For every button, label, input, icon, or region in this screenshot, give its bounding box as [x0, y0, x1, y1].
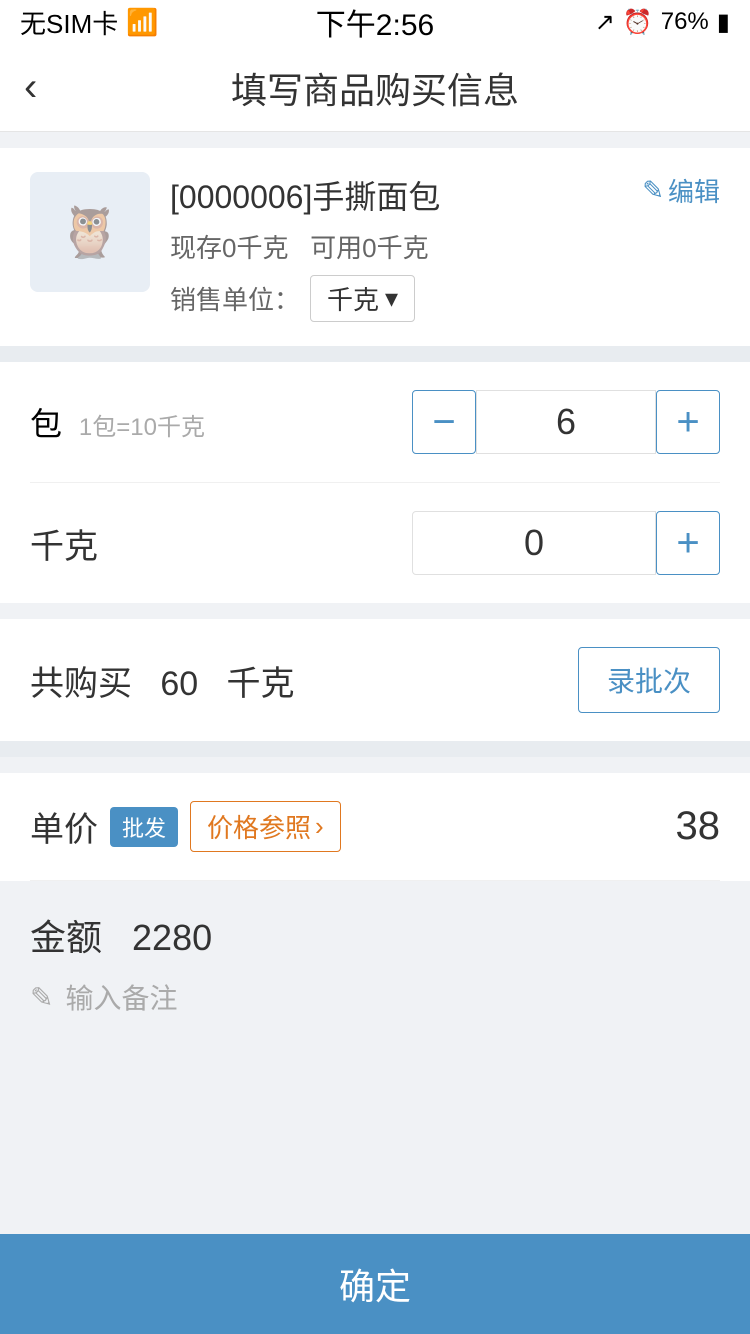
unit-select[interactable]: 千克 ▾: [310, 275, 415, 322]
status-left: 无SIM卡 📶: [20, 4, 159, 41]
edit-label: 编辑: [668, 172, 720, 209]
input-section: 包 1包=10千克 − + 千克 +: [0, 362, 750, 603]
kg-plus-button[interactable]: +: [656, 511, 720, 575]
available-text: 可用0千克: [310, 233, 428, 263]
unit-value: 千克: [327, 280, 379, 317]
battery-text: 76%: [661, 8, 709, 36]
separator-1: [0, 346, 750, 362]
back-button[interactable]: ‹: [24, 65, 37, 110]
price-ref-label: 价格参照: [207, 808, 311, 845]
stock-text: 现存0千克: [170, 233, 288, 263]
package-minus-button[interactable]: −: [412, 390, 476, 454]
status-bar: 无SIM卡 📶 下午2:56 ↗ ⏰ 76% ▮: [0, 0, 750, 44]
remark-placeholder: 输入备注: [65, 977, 177, 1017]
kg-quantity-control: +: [412, 511, 720, 575]
package-label: 包 1包=10千克: [30, 399, 205, 445]
product-image: 🦉: [30, 172, 150, 292]
amount-section: 金额 2280 ✎ 输入备注: [0, 881, 750, 1033]
product-card: 🦉 [0000006]手撕面包 现存0千克 可用0千克 销售单位： 千克 ▾ ✎…: [0, 148, 750, 346]
total-unit: 千克: [227, 665, 295, 703]
total-label-text: 共购买: [30, 665, 132, 703]
package-row: 包 1包=10千克 − +: [30, 362, 720, 483]
status-right: ↗ ⏰ 76% ▮: [595, 8, 730, 37]
package-label-text: 包: [30, 406, 62, 442]
package-sublabel: 1包=10千克: [79, 414, 205, 441]
price-ref-arrow: ›: [315, 811, 324, 842]
unit-dropdown-icon: ▾: [385, 283, 398, 314]
amount-value: 2280: [132, 917, 212, 958]
product-unit-row: 销售单位： 千克 ▾: [170, 275, 720, 322]
price-section: 单价 批发 价格参照 › 38: [0, 773, 750, 881]
location-icon: ↗: [595, 8, 615, 37]
total-row: 共购买 60 千克 录批次: [30, 619, 720, 741]
total-amount: 60: [160, 665, 198, 703]
edit-icon: ✎: [642, 175, 664, 206]
package-plus-button[interactable]: +: [656, 390, 720, 454]
product-stock: 现存0千克 可用0千克: [170, 228, 720, 265]
price-ref-button[interactable]: 价格参照 ›: [190, 801, 341, 852]
kg-input[interactable]: [412, 511, 656, 575]
total-label: 共购买 60 千克: [30, 656, 295, 705]
edit-button[interactable]: ✎ 编辑: [642, 172, 720, 209]
price-label: 单价 批发 价格参照 ›: [30, 801, 341, 852]
batch-button[interactable]: 录批次: [578, 647, 720, 713]
product-logo-icon: 🦉: [59, 203, 121, 262]
separator-2: [0, 741, 750, 757]
status-time: 下午2:56: [316, 0, 434, 44]
kg-label: 千克: [30, 519, 98, 568]
carrier-text: 无SIM卡: [20, 4, 118, 41]
package-quantity-control: − +: [412, 390, 720, 454]
total-section: 共购买 60 千克 录批次: [0, 619, 750, 741]
price-label-text: 单价: [30, 802, 98, 851]
remark-icon: ✎: [30, 981, 53, 1014]
wifi-icon: 📶: [126, 7, 158, 38]
amount-label: 金额 2280: [30, 909, 720, 961]
unit-label: 销售单位：: [170, 280, 300, 317]
amount-label-text: 金额: [30, 917, 102, 958]
price-value: 38: [676, 804, 721, 849]
remark-row[interactable]: ✎ 输入备注: [30, 977, 720, 1017]
package-input[interactable]: [476, 390, 656, 454]
product-name: [0000006]手撕面包: [170, 172, 720, 218]
page-title: 填写商品购买信息: [231, 62, 519, 114]
price-badge: 批发: [110, 807, 178, 847]
kg-row: 千克 +: [30, 483, 720, 603]
confirm-button[interactable]: 确定: [0, 1234, 750, 1334]
nav-bar: ‹ 填写商品购买信息: [0, 44, 750, 132]
alarm-icon: ⏰: [623, 8, 653, 37]
price-row: 单价 批发 价格参照 › 38: [30, 773, 720, 881]
product-info: [0000006]手撕面包 现存0千克 可用0千克 销售单位： 千克 ▾: [170, 172, 720, 322]
battery-icon: ▮: [717, 8, 730, 37]
